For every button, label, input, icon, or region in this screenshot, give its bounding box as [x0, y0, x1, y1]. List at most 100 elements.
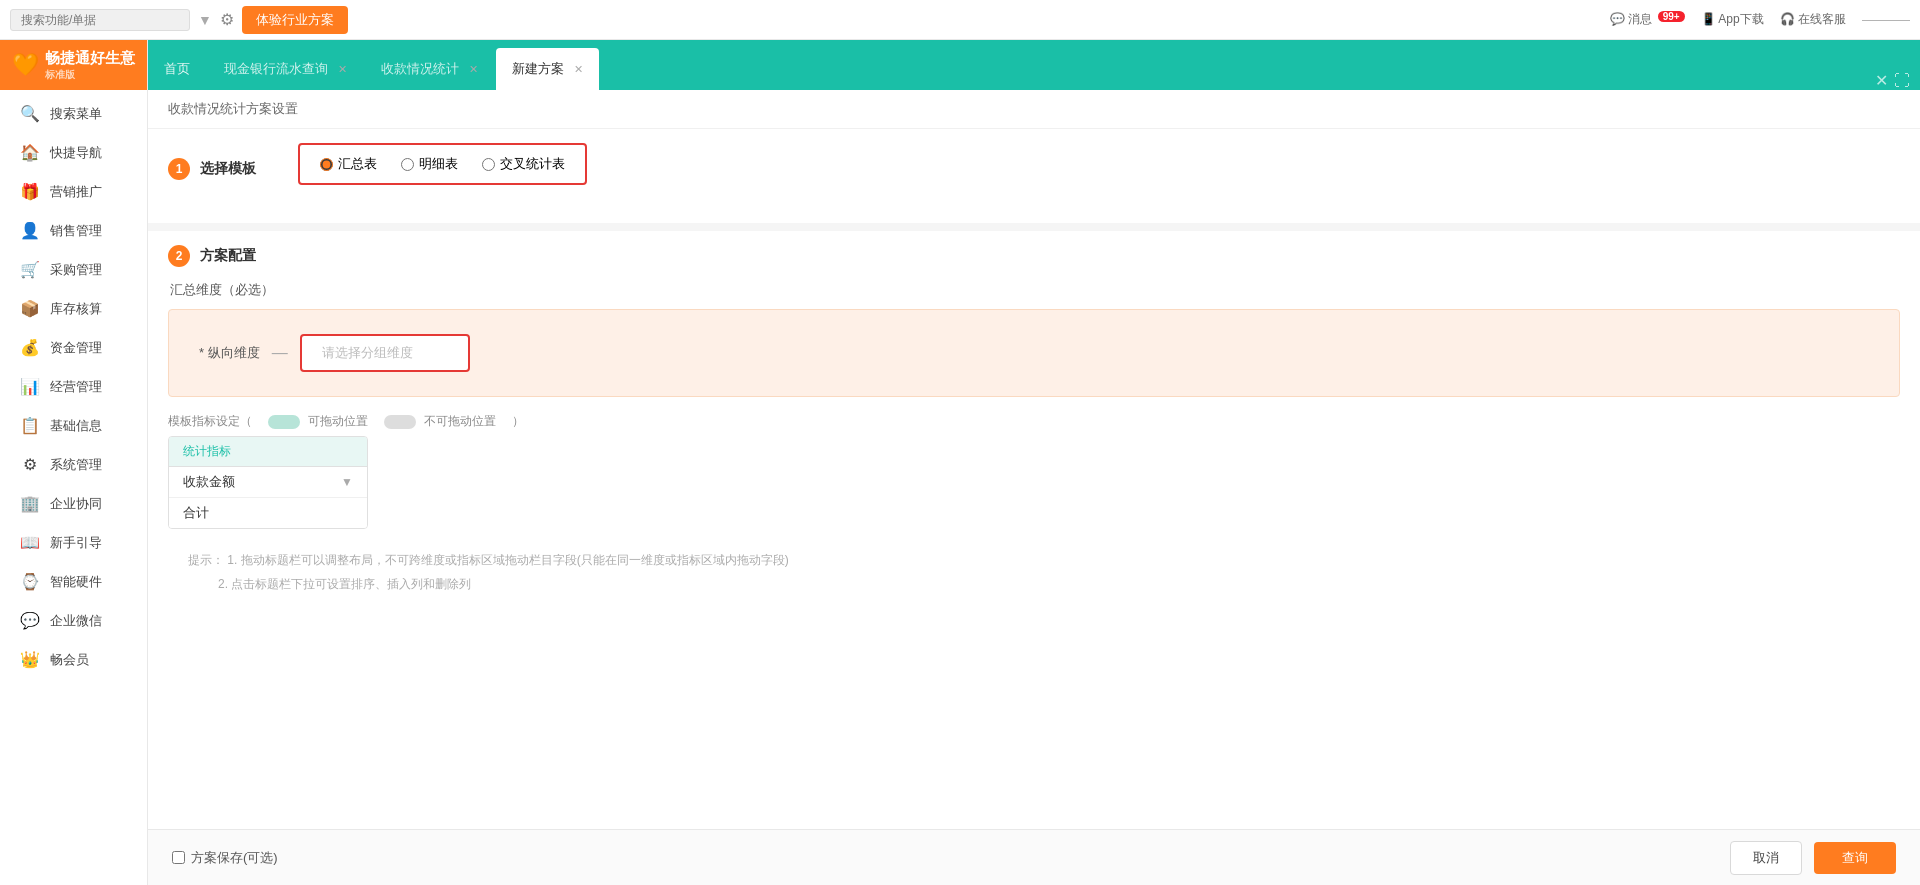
hints-section: 提示： 1. 拖动标题栏可以调整布局，不可跨维度或指标区域拖动栏目字段(只能在同…: [168, 532, 1900, 612]
message-area[interactable]: 💬 消息 99+: [1610, 11, 1685, 28]
message-label: 消息: [1628, 12, 1652, 26]
hint2: 2. 点击标题栏下拉可设置排序、插入列和删除列: [188, 572, 1880, 596]
finance-icon: 💰: [20, 338, 40, 357]
save-checkbox[interactable]: [172, 851, 185, 864]
tab-close-button[interactable]: ✕: [1875, 71, 1888, 90]
step1-label: 选择模板: [200, 160, 256, 178]
template-options: 汇总表 明细表 交叉统计表: [298, 143, 587, 185]
tab-collection-stat-close[interactable]: ✕: [469, 63, 478, 76]
sidebar-item-purchase[interactable]: 🛒 采购管理: [0, 250, 147, 289]
sidebar-label-finance: 资金管理: [50, 339, 102, 357]
step1-header: 1 选择模板 汇总表 明细表: [168, 143, 1900, 195]
save-checkbox-row: 方案保存(可选): [172, 849, 1718, 867]
cancel-button[interactable]: 取消: [1730, 841, 1802, 875]
bottom-bar: 方案保存(可选) 取消 查询: [148, 829, 1920, 885]
tab-cash-bank-close[interactable]: ✕: [338, 63, 347, 76]
hint-text1: 1. 拖动标题栏可以调整布局，不可跨维度或指标区域拖动栏目字段(只能在同一维度或…: [227, 553, 788, 567]
sidebar-item-search-menu[interactable]: 🔍 搜索菜单: [0, 94, 147, 133]
sidebar-label-system: 系统管理: [50, 456, 102, 474]
indicator-title-close-paren: ）: [512, 413, 524, 430]
sidebar-item-inventory[interactable]: 📦 库存核算: [0, 289, 147, 328]
indicator-legend-drag: 可拖动位置: [268, 413, 368, 430]
indicator-label-collection: 收款金额: [183, 473, 235, 491]
hint-prefix1: 提示：: [188, 553, 224, 567]
sidebar-item-guide[interactable]: 📖 新手引导: [0, 523, 147, 562]
download-area[interactable]: 📱 App下载: [1701, 11, 1764, 28]
hint1: 提示： 1. 拖动标题栏可以调整布局，不可跨维度或指标区域拖动栏目字段(只能在同…: [188, 548, 1880, 572]
sidebar-label-smart-hw: 智能硬件: [50, 573, 102, 591]
page-body: 收款情况统计方案设置 1 选择模板 汇总表: [148, 90, 1920, 829]
radio-summary-input[interactable]: [320, 158, 333, 171]
radio-summary-label: 汇总表: [338, 155, 377, 173]
sidebar-label-basic-info: 基础信息: [50, 417, 102, 435]
trial-button[interactable]: 体验行业方案: [242, 6, 348, 34]
vertical-dim-label: * 纵向维度: [199, 344, 260, 362]
sidebar-menu: 🔍 搜索菜单 🏠 快捷导航 🎁 营销推广 👤 销售管理 🛒 采购管理 📦: [0, 90, 147, 885]
sidebar-label-search-menu: 搜索菜单: [50, 105, 102, 123]
system-icon: ⚙: [20, 455, 40, 474]
top-bar-right: 💬 消息 99+ 📱 App下载 🎧 在线客服 ————: [1610, 11, 1910, 28]
sidebar-item-quick-nav[interactable]: 🏠 快捷导航: [0, 133, 147, 172]
tab-collection-stat[interactable]: 收款情况统计 ✕: [365, 48, 494, 90]
sidebar: 🧡 畅捷通好生意 标准版 🔍 搜索菜单 🏠 快捷导航 🎁 营销推广 👤 销售管理: [0, 40, 148, 885]
tab-cash-bank-label: 现金银行流水查询: [224, 60, 328, 78]
search-input[interactable]: [10, 9, 190, 31]
radio-detail-input[interactable]: [401, 158, 414, 171]
basic-info-icon: 📋: [20, 416, 40, 435]
step2-label: 方案配置: [200, 247, 256, 265]
enterprise-icon: 🏢: [20, 494, 40, 513]
sidebar-item-enterprise[interactable]: 🏢 企业协同: [0, 484, 147, 523]
sidebar-item-sales[interactable]: 👤 销售管理: [0, 211, 147, 250]
sidebar-item-basic-info[interactable]: 📋 基础信息: [0, 406, 147, 445]
dropdown-icon[interactable]: ▼: [198, 12, 212, 28]
indicator-table-header: 统计指标: [169, 437, 367, 467]
dim-arrow: —: [272, 344, 288, 362]
radio-cross[interactable]: 交叉统计表: [482, 155, 565, 173]
query-button[interactable]: 查询: [1814, 842, 1896, 874]
step2-num: 2: [168, 245, 190, 267]
indicator-row-total: 合计: [169, 498, 367, 528]
notification-badge: 99+: [1658, 11, 1685, 22]
drag-legend-dot: [268, 415, 300, 429]
tab-new-plan[interactable]: 新建方案 ✕: [496, 48, 599, 90]
sidebar-item-finance[interactable]: 💰 资金管理: [0, 328, 147, 367]
sidebar-item-system[interactable]: ⚙ 系统管理: [0, 445, 147, 484]
sidebar-label-marketing: 营销推广: [50, 183, 102, 201]
sidebar-item-operations[interactable]: 📊 经营管理: [0, 367, 147, 406]
radio-summary[interactable]: 汇总表: [320, 155, 377, 173]
step2-header: 2 方案配置: [168, 245, 1900, 267]
indicator-label-total: 合计: [183, 504, 209, 522]
radio-cross-input[interactable]: [482, 158, 495, 171]
message-icon: 💬: [1610, 12, 1625, 26]
sidebar-item-smart-hw[interactable]: ⌚ 智能硬件: [0, 562, 147, 601]
tab-home[interactable]: 首页: [148, 48, 206, 90]
tab-cash-bank[interactable]: 现金银行流水查询 ✕: [208, 48, 363, 90]
tab-expand-button[interactable]: ⛶: [1894, 72, 1910, 90]
step1-section: 1 选择模板 汇总表 明细表: [148, 129, 1920, 223]
nodrag-legend-label: 不可拖动位置: [424, 413, 496, 430]
sidebar-item-marketing[interactable]: 🎁 营销推广: [0, 172, 147, 211]
user-info[interactable]: ————: [1862, 13, 1910, 27]
tab-new-plan-close[interactable]: ✕: [574, 63, 583, 76]
indicator-section: 模板指标设定（ 可拖动位置 不可拖动位置 ）: [168, 413, 1900, 532]
service-area[interactable]: 🎧 在线客服: [1780, 11, 1846, 28]
section-separator: [148, 223, 1920, 231]
radio-detail-label: 明细表: [419, 155, 458, 173]
service-icon: 🎧: [1780, 12, 1795, 26]
tab-home-label: 首页: [164, 60, 190, 78]
indicator-dropdown-collection[interactable]: ▼: [341, 475, 353, 489]
app-subtitle: 标准版: [45, 68, 135, 82]
purchase-icon: 🛒: [20, 260, 40, 279]
inventory-icon: 📦: [20, 299, 40, 318]
group-dimension-select[interactable]: 请选择分组维度: [300, 334, 470, 372]
sidebar-item-wechat[interactable]: 💬 企业微信: [0, 601, 147, 640]
save-checkbox-label: 方案保存(可选): [191, 849, 278, 867]
sidebar-label-inventory: 库存核算: [50, 300, 102, 318]
sidebar-item-member[interactable]: 👑 畅会员: [0, 640, 147, 679]
radio-detail[interactable]: 明细表: [401, 155, 458, 173]
indicator-table: 统计指标 收款金额 ▼ 合计: [168, 436, 368, 529]
indicator-legend-nodrag: 不可拖动位置: [384, 413, 496, 430]
sales-icon: 👤: [20, 221, 40, 240]
dimension-area: * 纵向维度 — 请选择分组维度: [168, 309, 1900, 397]
gear-icon[interactable]: ⚙: [220, 10, 234, 29]
